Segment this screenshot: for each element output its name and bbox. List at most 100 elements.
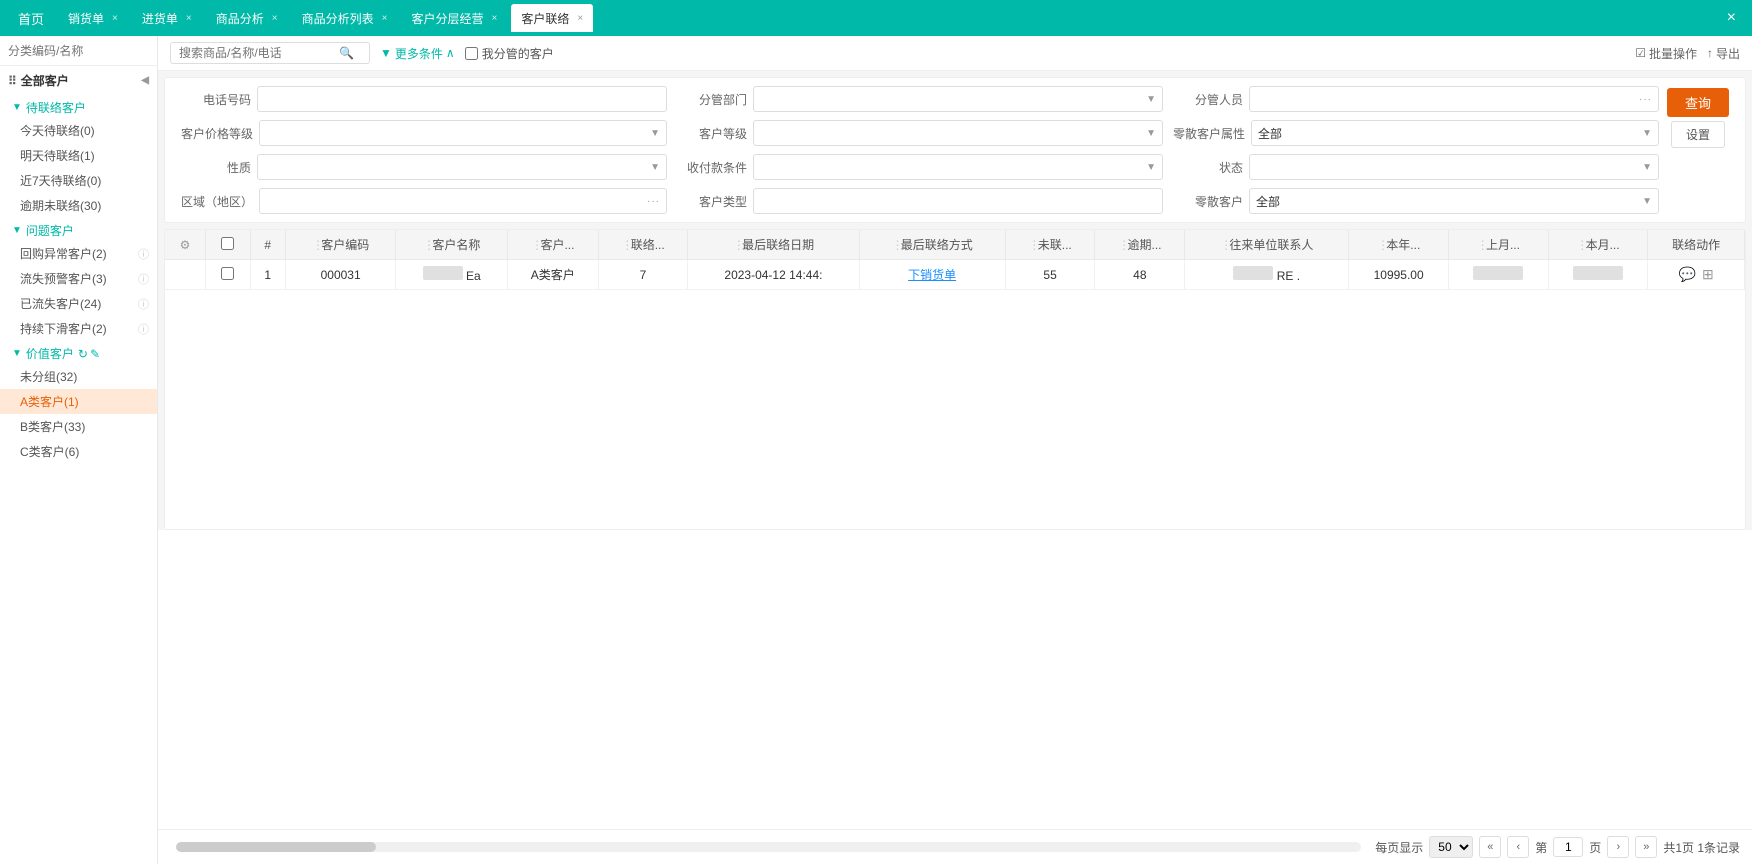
- col-resizer[interactable]: ⋮: [1220, 238, 1226, 252]
- export-button[interactable]: ↑ 导出: [1707, 45, 1740, 62]
- sidebar-all-customers[interactable]: ⠿ 全部客户 ◀: [0, 66, 157, 95]
- sidebar-item-churn-warning[interactable]: 流失预警客户(3) ⓘ: [0, 266, 157, 291]
- nav-tab-analysis[interactable]: 商品分析 ×: [206, 4, 288, 32]
- sidebar-item-tomorrow[interactable]: 明天待联络(1): [0, 143, 157, 168]
- query-button[interactable]: 查询: [1667, 88, 1729, 117]
- sidebar-item-class-a[interactable]: A类客户(1): [0, 389, 157, 414]
- customer-level-select[interactable]: ▼: [753, 120, 1163, 146]
- filter-retail-attr: 零散客户属性 全部 ▼: [1173, 120, 1659, 146]
- col-resizer[interactable]: ⋮: [733, 238, 739, 252]
- close-icon[interactable]: ×: [577, 13, 583, 24]
- close-icon[interactable]: ×: [382, 13, 388, 24]
- col-resizer[interactable]: ⋮: [1028, 238, 1034, 252]
- nav-tab-customer-contact[interactable]: 客户联络 ×: [511, 4, 593, 32]
- dropdown-arrow-icon: ▼: [1146, 128, 1156, 139]
- retail-attr-select[interactable]: 全部 ▼: [1251, 120, 1659, 146]
- col-resizer[interactable]: ⋮: [423, 238, 429, 252]
- sidebar-search-input[interactable]: [8, 44, 158, 58]
- row-checkbox[interactable]: [221, 267, 234, 280]
- dept-select[interactable]: ▼: [753, 86, 1163, 112]
- horizontal-scrollbar[interactable]: [176, 842, 1361, 852]
- data-table-wrap: ⚙ # ⋮ 客户编码 ⋮ 客户名称 ⋮ 客户...: [164, 229, 1746, 530]
- chevron-icon: ∧: [446, 46, 455, 60]
- per-page-select[interactable]: 50: [1429, 836, 1473, 858]
- close-icon[interactable]: ×: [112, 13, 118, 24]
- sidebar-group-value[interactable]: ▼ 价值客户 ↻ ✎: [0, 341, 157, 364]
- last-page-btn[interactable]: »: [1635, 836, 1657, 858]
- search-icon[interactable]: 🔍: [339, 46, 354, 60]
- info-icon: ⓘ: [138, 246, 149, 262]
- customer-level-label: 客户等级: [677, 125, 747, 142]
- payment-label: 收付款条件: [677, 159, 747, 176]
- my-customers-checkbox[interactable]: 我分管的客户: [465, 45, 554, 62]
- sidebar-item-ungrouped[interactable]: 未分组(32): [0, 364, 157, 389]
- nav-tab-salesorder[interactable]: 销货单 ×: [58, 4, 128, 32]
- page-input[interactable]: [1553, 837, 1583, 857]
- retail-select[interactable]: 全部 ▼: [1249, 188, 1659, 214]
- row-name-cell[interactable]: Ea: [396, 260, 508, 290]
- nature-select[interactable]: ▼: [257, 154, 667, 180]
- prev-page-btn[interactable]: ‹: [1507, 836, 1529, 858]
- region-select[interactable]: ···: [259, 188, 667, 214]
- contact-way-link[interactable]: 下销货单: [908, 268, 956, 282]
- col-resizer[interactable]: ⋮: [891, 238, 897, 252]
- refresh-icon[interactable]: ↻: [78, 347, 88, 361]
- my-customers-check[interactable]: [465, 47, 478, 60]
- col-resizer[interactable]: ⋮: [1118, 238, 1124, 252]
- info-icon: ⓘ: [138, 271, 149, 287]
- close-all-button[interactable]: ×: [1719, 9, 1744, 26]
- select-all-checkbox[interactable]: [221, 237, 234, 250]
- customer-type-select[interactable]: [753, 188, 1163, 214]
- nav-tab-purchase[interactable]: 进货单 ×: [132, 4, 202, 32]
- sidebar-item-churned[interactable]: 已流失客户(24) ⓘ: [0, 291, 157, 316]
- col-resizer[interactable]: ⋮: [1477, 238, 1483, 252]
- edit-icon[interactable]: ✎: [90, 347, 100, 361]
- col-gear[interactable]: ⚙: [165, 230, 206, 260]
- nav-tab-analysis-list[interactable]: 商品分析列表 ×: [292, 4, 398, 32]
- sidebar-item-class-c[interactable]: C类客户(6): [0, 439, 157, 464]
- close-icon[interactable]: ×: [491, 13, 497, 24]
- dropdown-arrow-icon: ▼: [1642, 128, 1652, 139]
- close-icon[interactable]: ×: [272, 13, 278, 24]
- qr-icon[interactable]: ⊞: [1702, 266, 1714, 283]
- nav-home[interactable]: 首页: [8, 5, 54, 32]
- main-search-input[interactable]: [179, 46, 339, 60]
- arrow-icon: ▼: [12, 348, 22, 359]
- col-resizer[interactable]: ⋮: [531, 238, 537, 252]
- dropdown-arrow-icon: ▼: [650, 162, 660, 173]
- export-icon: ↑: [1707, 46, 1713, 60]
- phone-input[interactable]: [257, 86, 667, 112]
- nav-tab-customer-segment[interactable]: 客户分层经营 ×: [401, 4, 507, 32]
- next-page-btn[interactable]: ›: [1607, 836, 1629, 858]
- col-index: #: [250, 230, 285, 260]
- batch-operation-button[interactable]: ☑ 批量操作: [1635, 45, 1697, 62]
- payment-select[interactable]: ▼: [753, 154, 1163, 180]
- col-resizer[interactable]: ⋮: [1377, 238, 1383, 252]
- message-icon[interactable]: 💬: [1679, 266, 1696, 283]
- filter-panel: 电话号码 分管部门 ▼ 分管人员: [164, 77, 1746, 223]
- sidebar-group-problem[interactable]: ▼ 问题客户: [0, 218, 157, 241]
- sidebar-item-class-b[interactable]: B类客户(33): [0, 414, 157, 439]
- price-level-select[interactable]: ▼: [259, 120, 667, 146]
- search-input-wrap: 🔍: [170, 42, 370, 64]
- first-page-btn[interactable]: «: [1479, 836, 1501, 858]
- col-resizer[interactable]: ⋮: [1576, 238, 1582, 252]
- col-resizer[interactable]: ⋮: [621, 238, 627, 252]
- close-icon[interactable]: ×: [186, 13, 192, 24]
- status-select[interactable]: ▼: [1249, 154, 1659, 180]
- settings-button[interactable]: 设置: [1671, 121, 1725, 148]
- col-resizer[interactable]: ⋮: [312, 238, 318, 252]
- more-filters-button[interactable]: ▼ 更多条件 ∧: [380, 45, 455, 62]
- sidebar-item-repurchase-abnormal[interactable]: 回购异常客户(2) ⓘ: [0, 241, 157, 266]
- gear-icon[interactable]: ⚙: [180, 238, 191, 252]
- dropdown-arrow-icon: ▼: [1642, 162, 1652, 173]
- scrollbar-thumb[interactable]: [176, 842, 376, 852]
- sidebar-item-overdue[interactable]: 逾期未联络(30): [0, 193, 157, 218]
- sidebar-item-today[interactable]: 今天待联络(0): [0, 118, 157, 143]
- dots-icon: ···: [1639, 94, 1652, 105]
- sidebar-item-7days[interactable]: 近7天待联络(0): [0, 168, 157, 193]
- sidebar-item-declining[interactable]: 持续下滑客户(2) ⓘ: [0, 316, 157, 341]
- row-last-way-cell[interactable]: 下销货单: [859, 260, 1005, 290]
- person-select[interactable]: ···: [1249, 86, 1659, 112]
- sidebar-group-pending[interactable]: ▼ 待联络客户: [0, 95, 157, 118]
